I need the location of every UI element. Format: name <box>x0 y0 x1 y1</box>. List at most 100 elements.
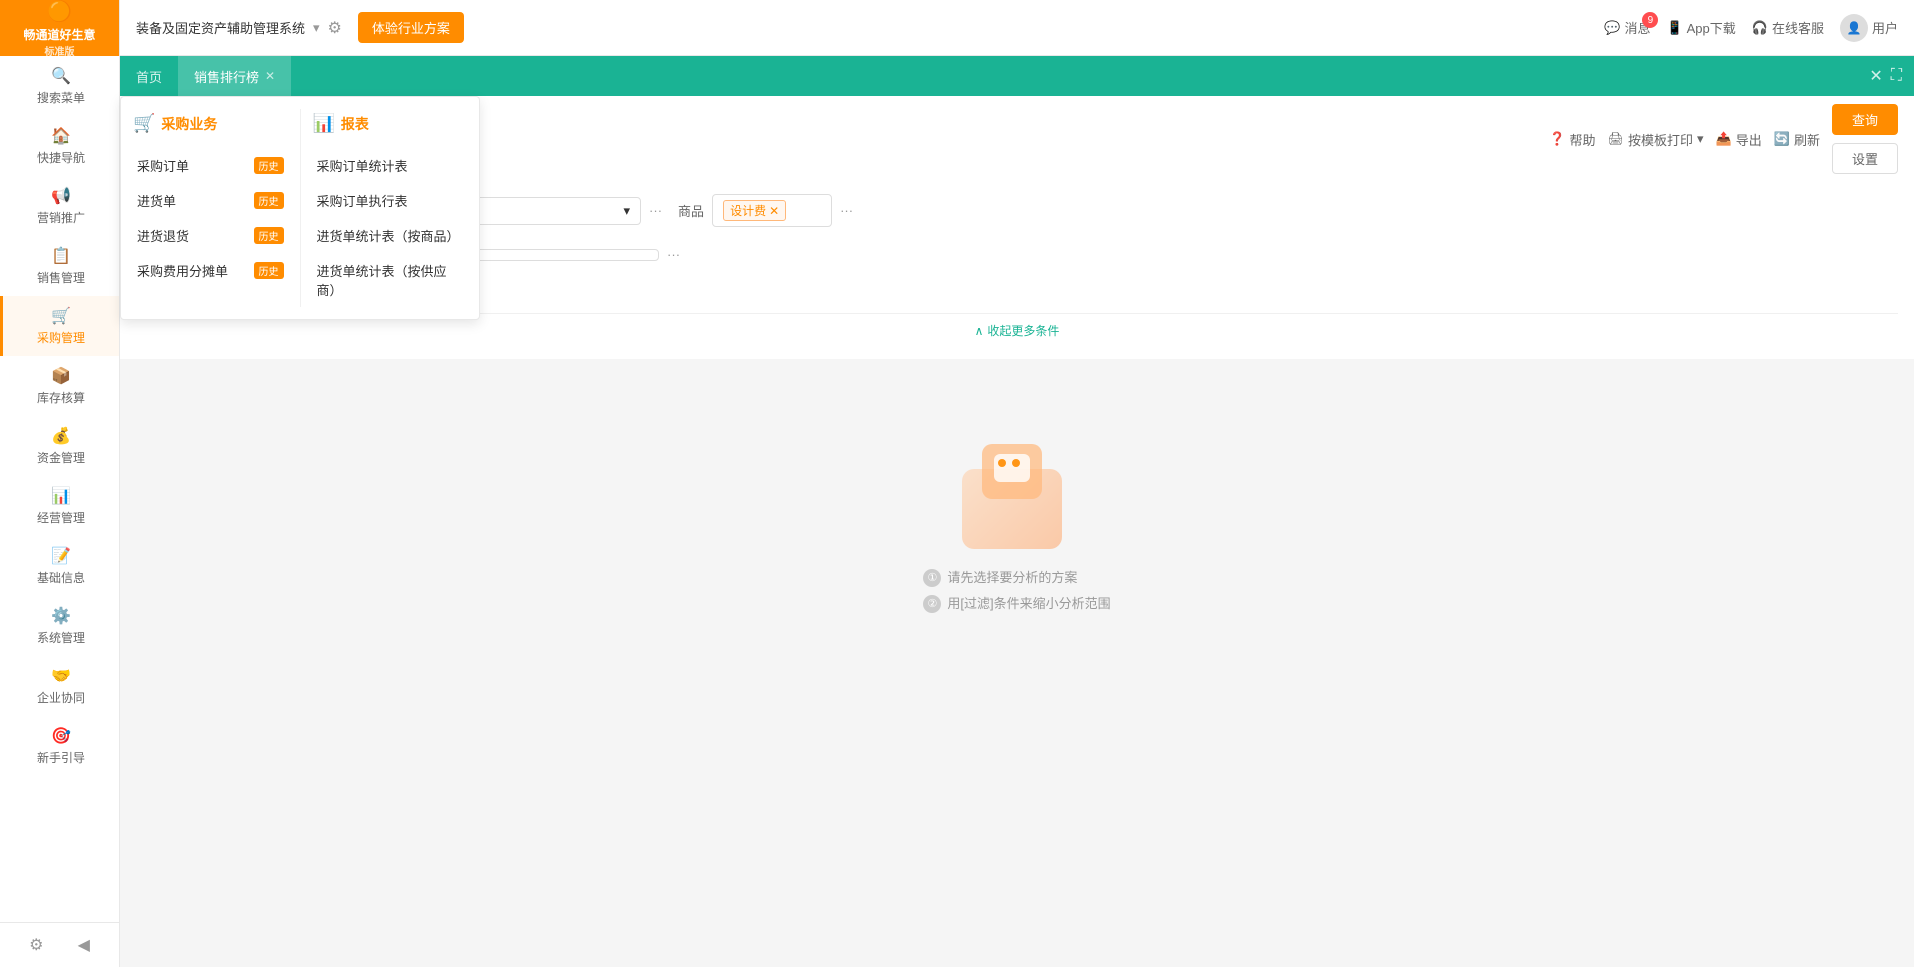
tab-right-icons: ✕ ⛶ <box>1869 66 1914 86</box>
settings-bottom-icon[interactable]: ⚙ <box>29 935 43 955</box>
dropdown-item-order-exec[interactable]: 采购订单执行表 <box>313 183 468 218</box>
goods-tag-close[interactable]: ✕ <box>769 204 779 218</box>
incoming-label: 进货单 <box>137 191 176 210</box>
sidebar-label-cooperation: 企业协同 <box>37 689 85 706</box>
filter-goods: 商品 设计费 ✕ ··· <box>678 194 853 227</box>
order-stats-label: 采购订单统计表 <box>317 156 408 175</box>
cooperation-icon: 🤝 <box>51 666 71 686</box>
topbar-settings-icon[interactable]: ⚙ <box>328 18 342 38</box>
operation-icon: 📊 <box>51 486 71 506</box>
sidebar-item-cooperation[interactable]: 🤝 企业协同 <box>0 656 119 716</box>
collapse-label: 收起更多条件 <box>987 322 1059 339</box>
marketing-icon: 📢 <box>51 186 71 206</box>
settings-button[interactable]: 设置 <box>1832 143 1898 174</box>
sidebar-item-inventory[interactable]: 📦 库存核算 <box>0 356 119 416</box>
sidebar-item-basic[interactable]: 📝 基础信息 <box>0 536 119 596</box>
system-icon: ⚙️ <box>51 606 71 626</box>
app-download-label: App下载 <box>1687 18 1736 37</box>
user-menu-button[interactable]: 👤 用户 <box>1840 14 1898 42</box>
salesperson-more-dots[interactable]: ··· <box>667 247 680 262</box>
empty-state: ① 请先选择要分析的方案 ② 用[过滤]条件来缩小分析范围 <box>120 359 1914 697</box>
topbar: 装备及固定资产辅助管理系统 ▾ ⚙ 体验行业方案 💬 消息 9 📱 App下载 … <box>120 0 1914 56</box>
sidebar-item-finance[interactable]: 💰 资金管理 <box>0 416 119 476</box>
incoming-stats-supplier-label: 进货单统计表（按供应商） <box>317 261 464 299</box>
dropdown-item-incoming[interactable]: 进货单 历史 <box>133 183 288 218</box>
dropdown-item-order-stats[interactable]: 采购订单统计表 <box>313 148 468 183</box>
tab-maximize-icon[interactable]: ⛶ <box>1891 67 1902 85</box>
app-download-button[interactable]: 📱 App下载 <box>1666 18 1735 37</box>
dropdown-item-return[interactable]: 进货退货 历史 <box>133 218 288 253</box>
sidebar-item-search[interactable]: 🔍 搜索菜单 <box>0 56 119 116</box>
return-history[interactable]: 历史 <box>254 227 284 244</box>
tabbar: 首页 销售排行榜 ✕ ✕ ⛶ <box>120 56 1914 96</box>
goods-label: 商品 <box>678 201 704 220</box>
help-label: 帮助 <box>1570 130 1596 149</box>
help-icon: ❓ <box>1549 131 1565 147</box>
topbar-dropdown-arrow[interactable]: ▾ <box>313 20 320 36</box>
sidebar-item-purchase[interactable]: 🛒 采购管理 <box>0 296 119 356</box>
sidebar-label-marketing: 营销推广 <box>37 209 85 226</box>
basic-icon: 📝 <box>51 546 71 566</box>
user-label: 用户 <box>1872 18 1898 37</box>
tab-close-icon[interactable]: ✕ <box>265 69 275 83</box>
dropdown-col-purchase-title: 🛒 采购业务 <box>133 109 288 138</box>
export-button[interactable]: 📤 导出 <box>1716 130 1762 149</box>
industry-solution-button[interactable]: 体验行业方案 <box>358 12 464 43</box>
sales-icon: 📋 <box>51 246 71 266</box>
sidebar-item-marketing[interactable]: 📢 营销推广 <box>0 176 119 236</box>
return-label: 进货退货 <box>137 226 189 245</box>
sidebar-label-system: 系统管理 <box>37 629 85 646</box>
sidebar-item-guide[interactable]: 🎯 新手引导 <box>0 716 119 776</box>
dropdown-col-reports-title: 📊 报表 <box>313 109 468 138</box>
sidebar-label-inventory: 库存核算 <box>37 389 85 406</box>
export-icon: 📤 <box>1716 131 1732 147</box>
goods-input[interactable]: 设计费 ✕ <box>712 194 832 227</box>
sidebar-label-guide: 新手引导 <box>37 749 85 766</box>
print-button[interactable]: 🖨 按模板打印 ▾ <box>1608 130 1704 149</box>
expense-label: 采购费用分摊单 <box>137 261 228 280</box>
sidebar-item-system[interactable]: ⚙️ 系统管理 <box>0 596 119 656</box>
messages-button[interactable]: 💬 消息 9 <box>1604 18 1650 37</box>
reports-col-icon: 📊 <box>313 113 335 134</box>
goods-more-dots[interactable]: ··· <box>840 203 853 218</box>
sidebar-bottom: ⚙ ◀ <box>0 922 119 967</box>
sidebar-label-search: 搜索菜单 <box>37 89 85 106</box>
dropdown-item-purchase-order[interactable]: 采购订单 历史 <box>133 148 288 183</box>
dropdown-col-purchase: 🛒 采购业务 采购订单 历史 进货单 历史 进货退货 历史 采购费用分摊单 历史 <box>121 109 300 307</box>
status-dropdown-icon: ▾ <box>624 203 631 219</box>
tab-home[interactable]: 首页 <box>120 56 178 96</box>
salesperson-input[interactable] <box>459 249 659 261</box>
sidebar-item-quick-nav[interactable]: 🏠 快捷导航 <box>0 116 119 176</box>
hint2-text: 用[过滤]条件来缩小分析范围 <box>947 591 1110 617</box>
sidebar-item-sales[interactable]: 📋 销售管理 <box>0 236 119 296</box>
print-label: 按模板打印 <box>1628 130 1693 149</box>
expense-history[interactable]: 历史 <box>254 262 284 279</box>
tab-minimize-icon[interactable]: ✕ <box>1869 66 1882 86</box>
status-more-dots[interactable]: ··· <box>649 203 662 218</box>
phone-icon: 📱 <box>1666 20 1682 36</box>
online-service-label: 在线客服 <box>1772 18 1824 37</box>
dropdown-item-expense[interactable]: 采购费用分摊单 历史 <box>133 253 288 288</box>
purchase-order-history[interactable]: 历史 <box>254 157 284 174</box>
tab-sales-rank-label: 销售排行榜 <box>194 67 259 86</box>
empty-robot-screen <box>994 454 1030 482</box>
help-button[interactable]: ❓ 帮助 <box>1549 130 1595 149</box>
incoming-history[interactable]: 历史 <box>254 192 284 209</box>
print-dropdown-icon[interactable]: ▾ <box>1697 131 1704 147</box>
system-title: 装备及固定资产辅助管理系统 <box>136 18 305 37</box>
goods-tag-label: 设计费 <box>730 202 766 219</box>
online-service-button[interactable]: 🎧 在线客服 <box>1752 18 1824 37</box>
step-num-2: ② <box>923 595 941 613</box>
collapse-sidebar-icon[interactable]: ◀ <box>78 935 90 955</box>
empty-hint-2: ② 用[过滤]条件来缩小分析范围 <box>923 591 1110 617</box>
app-logo: 🟠 畅通道好生意 标准版 <box>0 0 119 56</box>
order-exec-label: 采购订单执行表 <box>317 191 408 210</box>
query-button[interactable]: 查询 <box>1832 104 1898 135</box>
export-label: 导出 <box>1736 130 1762 149</box>
dropdown-item-incoming-stats-supplier[interactable]: 进货单统计表（按供应商） <box>313 253 468 307</box>
dropdown-item-incoming-stats-goods[interactable]: 进货单统计表（按商品） <box>313 218 468 253</box>
headset-icon: 🎧 <box>1752 20 1768 36</box>
sidebar-item-operation[interactable]: 📊 经营管理 <box>0 476 119 536</box>
tab-sales-rank[interactable]: 销售排行榜 ✕ <box>178 56 291 96</box>
refresh-button[interactable]: 🔄 刷新 <box>1774 130 1820 149</box>
